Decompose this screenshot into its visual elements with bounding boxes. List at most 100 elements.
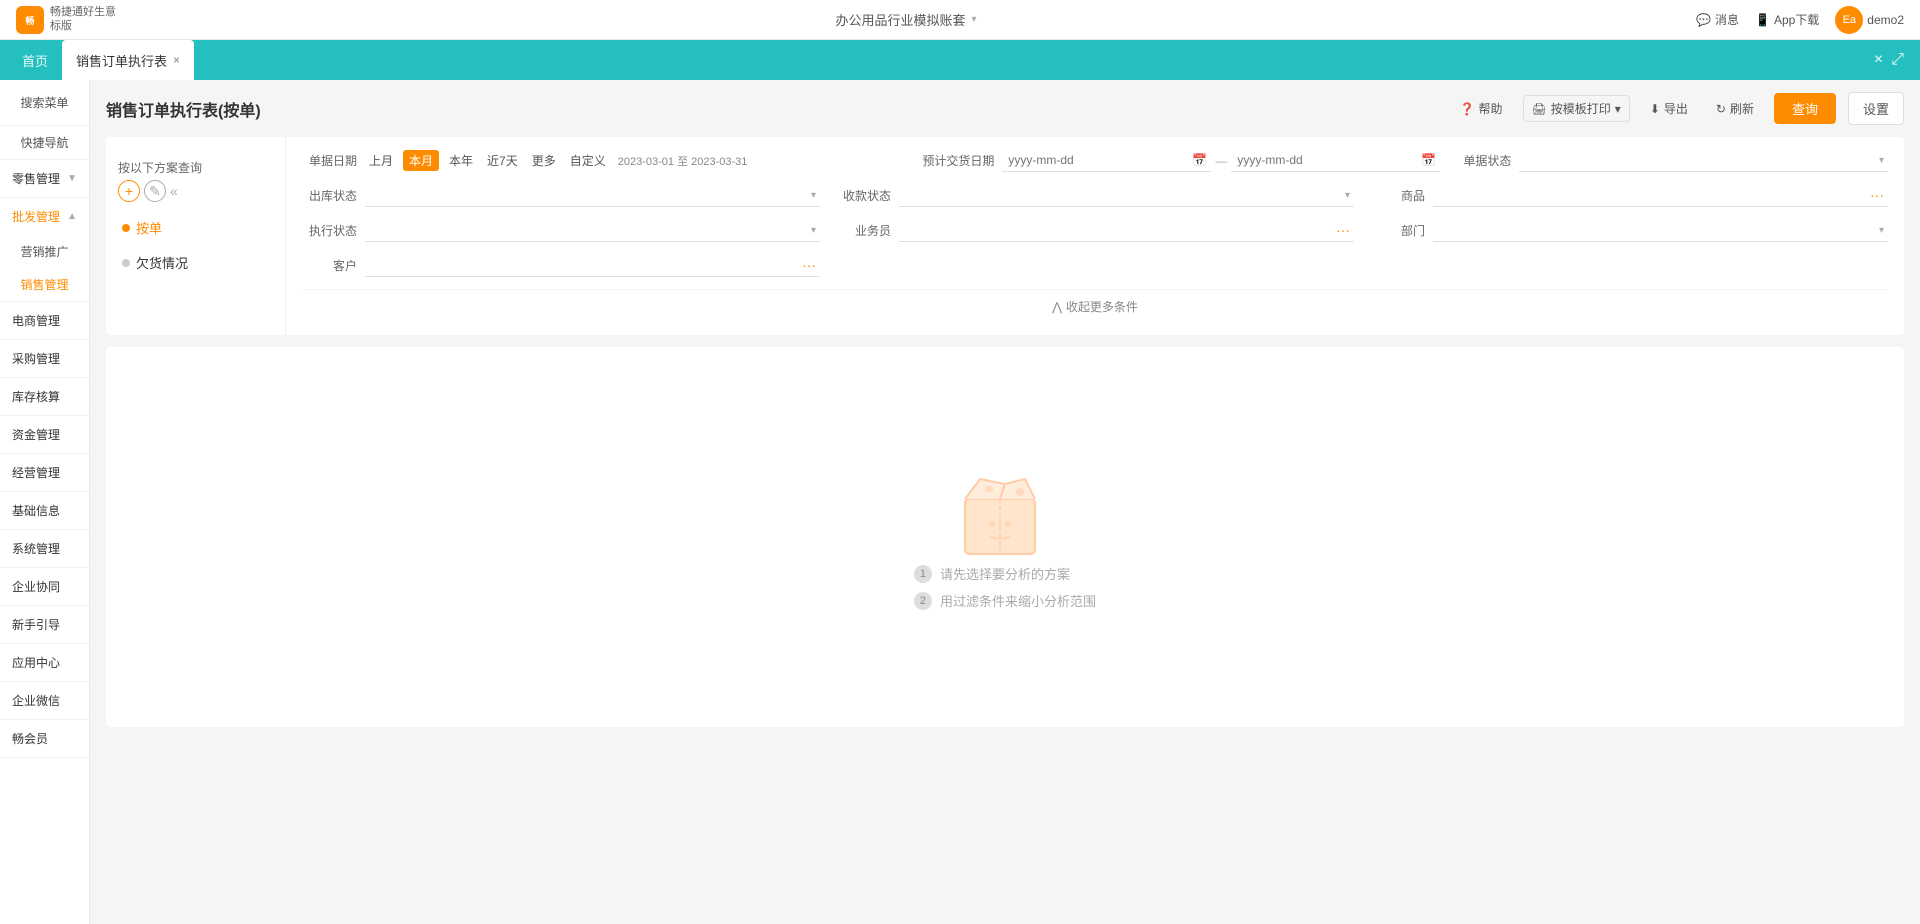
scheme-title: 按以下方案查询	[118, 159, 202, 176]
scheme-item-shortage[interactable]: 欠货情况	[106, 245, 285, 280]
tab-close-icon[interactable]: ×	[173, 53, 180, 67]
salesperson-select[interactable]: ···	[899, 219, 1354, 242]
sidebar-item-finance[interactable]: 资金管理	[0, 416, 89, 453]
product-input[interactable]	[1433, 184, 1870, 206]
sidebar-item-system[interactable]: 系统管理	[0, 530, 89, 567]
sidebar-item-wechat[interactable]: 企业微信	[0, 682, 89, 719]
empty-state: 1 请先选择要分析的方案 2 用过滤条件来缩小分析范围	[894, 384, 1116, 690]
sidebar-item-sales[interactable]: 销售管理	[0, 268, 89, 301]
forecast-date-end: 📅	[1231, 149, 1440, 172]
sidebar-group-wechat: 企业微信	[0, 682, 89, 720]
collection-input[interactable]	[899, 184, 1345, 206]
customer-input[interactable]	[365, 254, 802, 276]
collection-select[interactable]: ▾	[899, 184, 1354, 207]
edit-scheme-btn[interactable]: ✎	[144, 180, 166, 202]
filter-execution-field: 执行状态 ▾	[302, 219, 820, 242]
product-dots[interactable]: ···	[1870, 187, 1888, 203]
sidebar-group-guide: 新手引导	[0, 606, 89, 644]
execution-select[interactable]: ▾	[365, 219, 820, 242]
tab-home[interactable]: 首页	[8, 40, 62, 80]
top-nav[interactable]: 办公用品行业模拟账套 ▾	[835, 10, 976, 29]
order-status-select[interactable]: ▾	[1519, 149, 1888, 172]
logo-text: 畅捷通好生意 标版	[50, 6, 116, 32]
search-menu-btn[interactable]: 搜索菜单	[8, 88, 81, 117]
empty-hints: 1 请先选择要分析的方案 2 用过滤条件来缩小分析范围	[914, 564, 1096, 610]
tab-bar: 首页 销售订单执行表 × × ⤢	[0, 40, 1920, 80]
order-status-input[interactable]	[1519, 149, 1879, 171]
sidebar-item-purchase[interactable]: 采购管理	[0, 340, 89, 377]
filter-forecast-date-field: 预计交货日期 📅 — 📅	[922, 149, 1440, 172]
date-label: 单据日期	[302, 152, 357, 169]
date-tab-this-month[interactable]: 本月	[403, 150, 439, 171]
date-tab-7days[interactable]: 近7天	[483, 150, 522, 171]
settings-btn[interactable]: 设置	[1848, 92, 1904, 125]
help-btn[interactable]: ❓ 帮助	[1452, 96, 1511, 121]
download-icon: 📱	[1755, 13, 1770, 27]
filter-product-field: 商品 ···	[1370, 184, 1888, 207]
content-area: 销售订单执行表(按单) ❓ 帮助 🖨 按模板打印 ▾ ⬇ 导出 ↻ 刷新	[90, 80, 1920, 924]
forecast-date-start-input[interactable]	[1002, 149, 1192, 171]
salesperson-input[interactable]	[899, 219, 1336, 241]
sidebar-quick-nav[interactable]: 快捷导航	[0, 126, 89, 160]
tab-sales-order[interactable]: 销售订单执行表 ×	[62, 40, 194, 80]
refresh-btn[interactable]: ↻ 刷新	[1708, 96, 1762, 121]
window-close-icon[interactable]: ×	[1874, 51, 1883, 69]
order-status-arrow: ▾	[1879, 155, 1888, 166]
sidebar-item-operations[interactable]: 经营管理	[0, 454, 89, 491]
add-scheme-btn[interactable]: +	[118, 180, 140, 202]
scheme-actions: + ✎ «	[106, 180, 285, 210]
department-input[interactable]	[1433, 219, 1879, 241]
page-actions: ❓ 帮助 🖨 按模板打印 ▾ ⬇ 导出 ↻ 刷新 查询 设置	[1452, 92, 1904, 125]
sidebar-item-enterprise[interactable]: 企业协同	[0, 568, 89, 605]
app-download-btn[interactable]: 📱 App下载	[1755, 11, 1819, 28]
department-select[interactable]: ▾	[1433, 219, 1888, 242]
delivery-select[interactable]: ▾	[365, 184, 820, 207]
sidebar-item-apps[interactable]: 应用中心	[0, 644, 89, 681]
sidebar-group-system: 系统管理	[0, 530, 89, 568]
sidebar-item-basic[interactable]: 基础信息	[0, 492, 89, 529]
sidebar-item-member[interactable]: 畅会员	[0, 720, 89, 757]
sidebar-group-ecommerce: 电商管理	[0, 302, 89, 340]
sidebar-group-wholesale: 批发管理 ▲ 营销推广 销售管理	[0, 198, 89, 302]
print-btn[interactable]: 🖨 按模板打印 ▾	[1523, 95, 1630, 122]
forecast-date-start: 📅	[1002, 149, 1211, 172]
department-label: 部门	[1370, 222, 1425, 239]
forecast-date-end-input[interactable]	[1231, 149, 1421, 171]
sidebar-item-guide[interactable]: 新手引导	[0, 606, 89, 643]
print-icon: 🖨	[1532, 102, 1547, 116]
main-layout: 搜索菜单 快捷导航 零售管理 ▼ 批发管理 ▲ 营销推广 销售管理 电商管理 采…	[0, 80, 1920, 924]
customer-select[interactable]: ···	[365, 254, 820, 277]
date-tab-more[interactable]: 更多	[528, 150, 560, 171]
user-profile[interactable]: Ea demo2	[1835, 6, 1904, 34]
sidebar: 搜索菜单 快捷导航 零售管理 ▼ 批发管理 ▲ 营销推广 销售管理 电商管理 采…	[0, 80, 90, 924]
collapse-more-btn[interactable]: ⋀ 收起更多条件	[302, 289, 1888, 323]
messages-btn[interactable]: 💬 消息	[1696, 11, 1739, 28]
product-label: 商品	[1370, 187, 1425, 204]
export-btn[interactable]: ⬇ 导出	[1642, 96, 1696, 121]
execution-input[interactable]	[365, 219, 811, 241]
window-maximize-icon[interactable]: ⤢	[1891, 51, 1904, 69]
product-select[interactable]: ···	[1433, 184, 1888, 207]
salesperson-dots[interactable]: ···	[1336, 222, 1354, 238]
collapse-scheme-btn[interactable]: «	[170, 183, 178, 199]
delivery-input[interactable]	[365, 184, 811, 206]
customer-dots[interactable]: ···	[802, 257, 820, 273]
date-tab-this-year[interactable]: 本年	[445, 150, 477, 171]
search-btn[interactable]: 查询	[1774, 93, 1836, 124]
sidebar-item-marketing[interactable]: 营销推广	[0, 235, 89, 268]
collapse-up-icon: ⋀	[1052, 300, 1062, 314]
empty-hint-2: 2 用过滤条件来缩小分析范围	[914, 591, 1096, 610]
customer-label: 客户	[302, 257, 357, 274]
date-tab-last-month[interactable]: 上月	[365, 150, 397, 171]
sidebar-item-ecommerce[interactable]: 电商管理	[0, 302, 89, 339]
filter-layout: 按以下方案查询 + ✎ « 按单 欠货情况	[106, 137, 1904, 335]
filter-customer-field: 客户 ···	[302, 254, 820, 277]
nav-dropdown-arrow[interactable]: ▾	[972, 14, 977, 25]
date-tabs: 上月 本月 本年 近7天 更多 自定义	[365, 150, 610, 171]
scheme-item-order[interactable]: 按单	[106, 210, 285, 245]
hint-num-1: 1	[914, 565, 932, 583]
sidebar-item-inventory[interactable]: 库存核算	[0, 378, 89, 415]
date-tab-custom[interactable]: 自定义	[566, 150, 610, 171]
sidebar-group-wholesale-title[interactable]: 批发管理 ▲	[0, 198, 89, 235]
sidebar-group-retail-title[interactable]: 零售管理 ▼	[0, 160, 89, 197]
